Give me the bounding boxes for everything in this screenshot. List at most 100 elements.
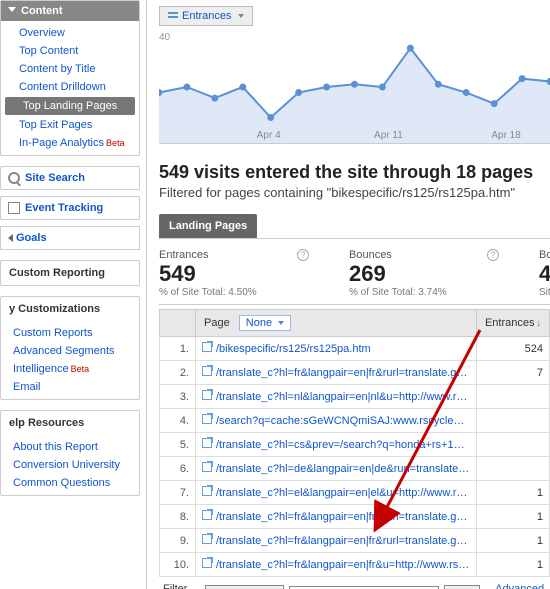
- sidebar-content-item-1[interactable]: Top Content: [1, 42, 139, 60]
- sidebar-custom-item-1[interactable]: Advanced Segments: [1, 342, 139, 360]
- line-chart[interactable]: 40 Apr 4 Apr 11 Apr 18: [159, 32, 550, 144]
- col-entrances-label: Entrances: [485, 317, 535, 329]
- external-link-icon[interactable]: [202, 510, 212, 520]
- sidebar-custom-item-3[interactable]: Email: [1, 378, 139, 396]
- row-number: 7.: [160, 481, 196, 505]
- sidebar-content-item-5[interactable]: Top Exit Pages: [1, 116, 139, 134]
- sidebar-help-item-0[interactable]: About this Report: [1, 438, 139, 456]
- external-link-icon[interactable]: [202, 390, 212, 400]
- row-page-link[interactable]: /translate_c?hl=de&langpair=en|de&rurl=t…: [196, 457, 477, 481]
- external-link-icon[interactable]: [202, 462, 212, 472]
- page-headline: 549 visits entered the site through 18 p…: [159, 162, 550, 183]
- table-row: 8./translate_c?hl=fr&langpair=en|fr&rurl…: [160, 505, 550, 529]
- row-page-link[interactable]: /translate_c?hl=cs&prev=/search?q=honda+…: [196, 433, 477, 457]
- metric-sub: % of Site Total: 4.50%: [159, 287, 309, 298]
- chart-y-label: 40: [159, 32, 170, 43]
- chart-x-label-2: Apr 18: [491, 130, 520, 141]
- goals-label: Goals: [16, 232, 47, 244]
- page-subheadline: Filtered for pages containing "bikespeci…: [159, 185, 550, 200]
- site-search-label: Site Search: [25, 172, 85, 184]
- row-number: 3.: [160, 385, 196, 409]
- advanced-filter-link[interactable]: Advanced Filter: [495, 583, 546, 589]
- row-page-link[interactable]: /translate_c?hl=nl&langpair=en|nl&u=http…: [196, 385, 477, 409]
- external-link-icon[interactable]: [202, 534, 212, 544]
- filter-row: Filter Page: containing Go Advanced Filt…: [159, 577, 550, 589]
- col-number: [160, 310, 196, 337]
- filter-mode-select[interactable]: containing: [205, 585, 284, 589]
- site-search-link[interactable]: Site Search: [0, 166, 140, 190]
- row-page-link[interactable]: /translate_c?hl=fr&langpair=en|fr&u=http…: [196, 553, 477, 577]
- table-row: 10./translate_c?hl=fr&langpair=en|fr&u=h…: [160, 553, 550, 577]
- triangle-down-icon: [8, 7, 16, 16]
- row-page-link[interactable]: /bikespecific/rs125/rs125pa.htm: [196, 337, 477, 361]
- entrances-dropdown[interactable]: Entrances: [159, 6, 253, 26]
- table-row: 4./search?q=cache:sGeWCNQmiSAJ:www.rscyc…: [160, 409, 550, 433]
- metric-sub: % of Site Total: 3.74%: [349, 287, 499, 298]
- col-entrances[interactable]: Entrances↓: [476, 310, 549, 337]
- event-tracking-link[interactable]: Event Tracking: [0, 196, 140, 220]
- row-number: 2.: [160, 361, 196, 385]
- table-row: 2./translate_c?hl=fr&langpair=en|fr&rurl…: [160, 361, 550, 385]
- external-link-icon[interactable]: [202, 438, 212, 448]
- filter-label: Filter Page:: [163, 583, 200, 589]
- sidebar-custom-item-0[interactable]: Custom Reports: [1, 324, 139, 342]
- none-dropdown[interactable]: None: [239, 315, 291, 331]
- help-icon[interactable]: ?: [487, 249, 499, 261]
- metric-sub: Site A: [539, 287, 550, 298]
- row-page-link[interactable]: /translate_c?hl=el&langpair=en|el&u=http…: [196, 481, 477, 505]
- help-resources-box: elp Resources About this ReportConversio…: [0, 410, 140, 496]
- metric-label: Bou: [539, 249, 550, 261]
- external-link-icon[interactable]: [202, 414, 212, 424]
- row-entrance-value: 1: [476, 505, 549, 529]
- sidebar-help-item-1[interactable]: Conversion University: [1, 456, 139, 474]
- external-link-icon[interactable]: [202, 342, 212, 352]
- row-entrance-value: 1: [476, 529, 549, 553]
- tab-landing-pages[interactable]: Landing Pages: [159, 214, 257, 238]
- col-page[interactable]: Page None: [196, 310, 477, 337]
- row-number: 8.: [160, 505, 196, 529]
- sidebar-content-item-2[interactable]: Content by Title: [1, 60, 139, 78]
- row-entrance-value: 524: [476, 337, 549, 361]
- external-link-icon[interactable]: [202, 558, 212, 568]
- custom-reporting-label: Custom Reporting: [1, 261, 139, 285]
- main-content: Entrances 40 Apr 4 Apr 11 Apr 18 549 vis…: [147, 0, 550, 589]
- external-link-icon[interactable]: [202, 366, 212, 376]
- headline-block: 549 visits entered the site through 18 p…: [159, 162, 550, 200]
- my-customizations-header: y Customizations: [1, 297, 139, 321]
- goals-link[interactable]: Goals: [0, 226, 140, 250]
- metric-value: 549: [159, 261, 309, 287]
- sidebar-content-item-6[interactable]: In-Page AnalyticsBeta: [1, 134, 139, 152]
- table-row: 3./translate_c?hl=nl&langpair=en|nl&u=ht…: [160, 385, 550, 409]
- sidebar-content-item-3[interactable]: Content Drilldown: [1, 78, 139, 96]
- row-entrance-value: 7: [476, 361, 549, 385]
- sidebar-content-label: Content: [21, 5, 63, 17]
- custom-reporting-box[interactable]: Custom Reporting: [0, 260, 140, 286]
- table-row: 6./translate_c?hl=de&langpair=en|de&rurl…: [160, 457, 550, 481]
- row-page-link[interactable]: /translate_c?hl=fr&langpair=en|fr&rurl=t…: [196, 505, 477, 529]
- sidebar-content-group: Content OverviewTop ContentContent by Ti…: [0, 0, 140, 156]
- row-number: 5.: [160, 433, 196, 457]
- metric-1: ?Bounces269% of Site Total: 3.74%: [349, 249, 499, 298]
- row-page-link[interactable]: /translate_c?hl=fr&langpair=en|fr&rurl=t…: [196, 529, 477, 553]
- row-number: 1.: [160, 337, 196, 361]
- chart-x-label-1: Apr 11: [374, 130, 403, 141]
- table-row: 1./bikespecific/rs125/rs125pa.htm524: [160, 337, 550, 361]
- row-page-link[interactable]: /translate_c?hl=fr&langpair=en|fr&rurl=t…: [196, 361, 477, 385]
- sidebar-content-item-4[interactable]: Top Landing Pages: [5, 97, 135, 115]
- sidebar-content-header[interactable]: Content: [1, 1, 139, 21]
- external-link-icon[interactable]: [202, 486, 212, 496]
- row-number: 10.: [160, 553, 196, 577]
- row-entrance-value: [476, 457, 549, 481]
- go-button[interactable]: Go: [444, 585, 480, 589]
- row-number: 6.: [160, 457, 196, 481]
- sidebar-help-item-2[interactable]: Common Questions: [1, 474, 139, 492]
- metric-label: Entrances: [159, 249, 309, 261]
- sidebar-content-item-0[interactable]: Overview: [1, 24, 139, 42]
- event-tracking-label: Event Tracking: [25, 202, 103, 214]
- row-page-link[interactable]: /search?q=cache:sGeWCNQmiSAJ:www.rscycle…: [196, 409, 477, 433]
- row-entrance-value: [476, 385, 549, 409]
- row-entrance-value: 1: [476, 481, 549, 505]
- sidebar-custom-item-2[interactable]: IntelligenceBeta: [1, 360, 139, 378]
- help-icon[interactable]: ?: [297, 249, 309, 261]
- metric-2: ?Bou49.0Site A: [539, 249, 550, 298]
